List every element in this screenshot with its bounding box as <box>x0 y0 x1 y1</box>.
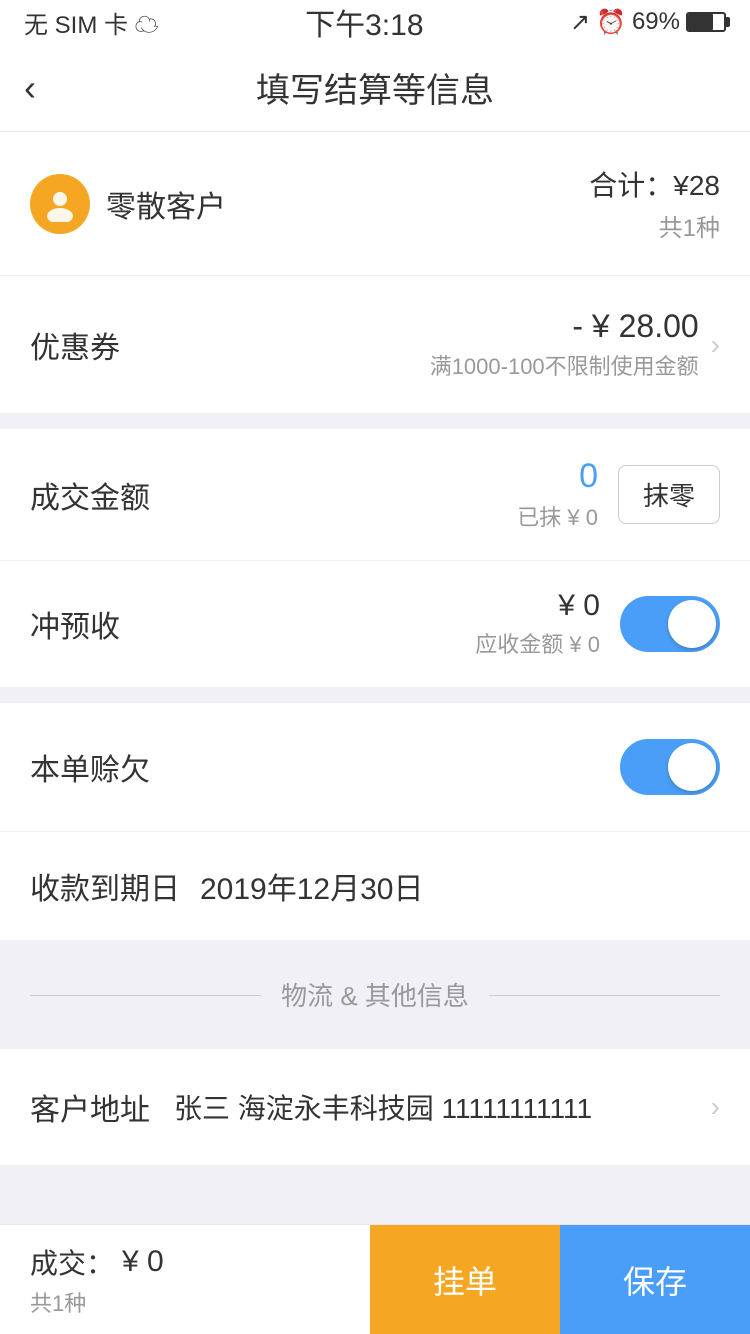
battery-label: 69% <box>632 8 680 36</box>
debt-label: 本单赊欠 <box>30 745 150 789</box>
logistics-header: 物流 & 其他信息 <box>0 956 750 1033</box>
prepay-amount-area: ¥ 0 应收金额 ¥ 0 <box>475 589 600 659</box>
main-content: 零散客户 合计：¥28 共1种 优惠券 - ¥ 28.00 满1000-100不… <box>0 132 750 1285</box>
coupon-right: - ¥ 28.00 满1000-100不限制使用金额 › <box>430 308 720 381</box>
status-time: 下午3:18 <box>305 0 423 44</box>
avatar <box>30 174 90 234</box>
customer-total: 合计：¥28 共1种 <box>589 164 720 243</box>
due-date-label: 收款到期日 <box>30 864 180 908</box>
prepay-sub-amount: 应收金额 ¥ 0 <box>475 627 600 659</box>
chevron-right-icon: › <box>711 329 720 361</box>
total-amount-label: 合计：¥28 <box>589 164 720 204</box>
customer-row: 零散客户 合计：¥28 共1种 <box>0 132 750 275</box>
due-date-value: 2019年12月30日 <box>200 864 423 908</box>
location-icon: ↗ <box>570 8 590 37</box>
transaction-section: 成交金额 0 已抹 ¥ 0 抹零 冲预收 ¥ 0 应收金额 ¥ 0 <box>0 429 750 687</box>
back-button[interactable]: ‹ <box>24 67 36 109</box>
debt-section: 本单赊欠 收款到期日 2019年12月30日 <box>0 703 750 940</box>
bottom-deal-row: 成交： ¥ 0 <box>30 1242 340 1282</box>
bottom-buttons: 挂单 保存 <box>370 1225 750 1334</box>
coupon-label: 优惠券 <box>30 323 120 367</box>
save-button[interactable]: 保存 <box>560 1225 750 1334</box>
round-button[interactable]: 抹零 <box>618 465 720 524</box>
nav-bar: ‹ 填写结算等信息 <box>0 44 750 132</box>
prepay-row: 冲预收 ¥ 0 应收金额 ¥ 0 <box>0 561 750 687</box>
due-date-row: 收款到期日 2019年12月30日 <box>0 832 750 940</box>
status-bar: 无 SIM 卡 ☁ 下午3:18 ↗ ⏰ 69% <box>0 0 750 44</box>
amount-area: 0 已抹 ¥ 0 <box>517 457 598 532</box>
amount-value: 0 <box>517 457 598 496</box>
alarm-icon: ⏰ <box>596 8 626 37</box>
address-row[interactable]: 客户地址 张三 海淀永丰科技园 11111111111 › <box>0 1049 750 1165</box>
coupon-row[interactable]: 优惠券 - ¥ 28.00 满1000-100不限制使用金额 › <box>0 275 750 413</box>
bottom-count: 共1种 <box>30 1286 340 1318</box>
status-left: 无 SIM 卡 ☁ <box>24 5 159 40</box>
sim-label: 无 SIM 卡 ☁ <box>24 5 159 40</box>
total-count-label: 共1种 <box>589 208 720 243</box>
address-label: 客户地址 <box>30 1085 150 1129</box>
address-section: 客户地址 张三 海淀永丰科技园 11111111111 › <box>0 1049 750 1165</box>
prepay-right: ¥ 0 应收金额 ¥ 0 <box>475 589 720 659</box>
prepay-label: 冲预收 <box>30 602 120 646</box>
debt-toggle[interactable] <box>620 739 720 795</box>
logistics-title: 物流 & 其他信息 <box>261 976 489 1013</box>
hang-button[interactable]: 挂单 <box>370 1225 560 1334</box>
status-right: ↗ ⏰ 69% <box>570 8 726 37</box>
coupon-desc: 满1000-100不限制使用金额 <box>430 349 699 381</box>
customer-name: 零散客户 <box>106 182 226 226</box>
amount-sub: 已抹 ¥ 0 <box>517 500 598 532</box>
address-chevron-icon: › <box>711 1091 720 1123</box>
customer-left: 零散客户 <box>30 174 226 234</box>
coupon-info: - ¥ 28.00 满1000-100不限制使用金额 <box>430 308 699 381</box>
debt-toggle-knob <box>668 743 716 791</box>
transaction-amount-label: 成交金额 <box>30 473 150 517</box>
coupon-amount: - ¥ 28.00 <box>430 308 699 345</box>
transaction-amount-row: 成交金额 0 已抹 ¥ 0 抹零 <box>0 429 750 561</box>
bottom-deal-label: 成交： <box>30 1242 114 1282</box>
customer-section: 零散客户 合计：¥28 共1种 优惠券 - ¥ 28.00 满1000-100不… <box>0 132 750 413</box>
address-value: 张三 海淀永丰科技园 11111111111 <box>174 1087 711 1127</box>
transaction-amount-right: 0 已抹 ¥ 0 抹零 <box>517 457 720 532</box>
battery-icon <box>686 12 726 32</box>
debt-row: 本单赊欠 <box>0 703 750 832</box>
toggle-knob <box>668 600 716 648</box>
bottom-deal-info: 成交： ¥ 0 共1种 <box>0 1242 370 1318</box>
bottom-bar: 成交： ¥ 0 共1种 挂单 保存 <box>0 1224 750 1334</box>
prepay-toggle[interactable] <box>620 596 720 652</box>
page-title: 填写结算等信息 <box>256 63 494 112</box>
bottom-deal-amount: ¥ 0 <box>122 1245 164 1279</box>
prepay-main-amount: ¥ 0 <box>475 589 600 623</box>
